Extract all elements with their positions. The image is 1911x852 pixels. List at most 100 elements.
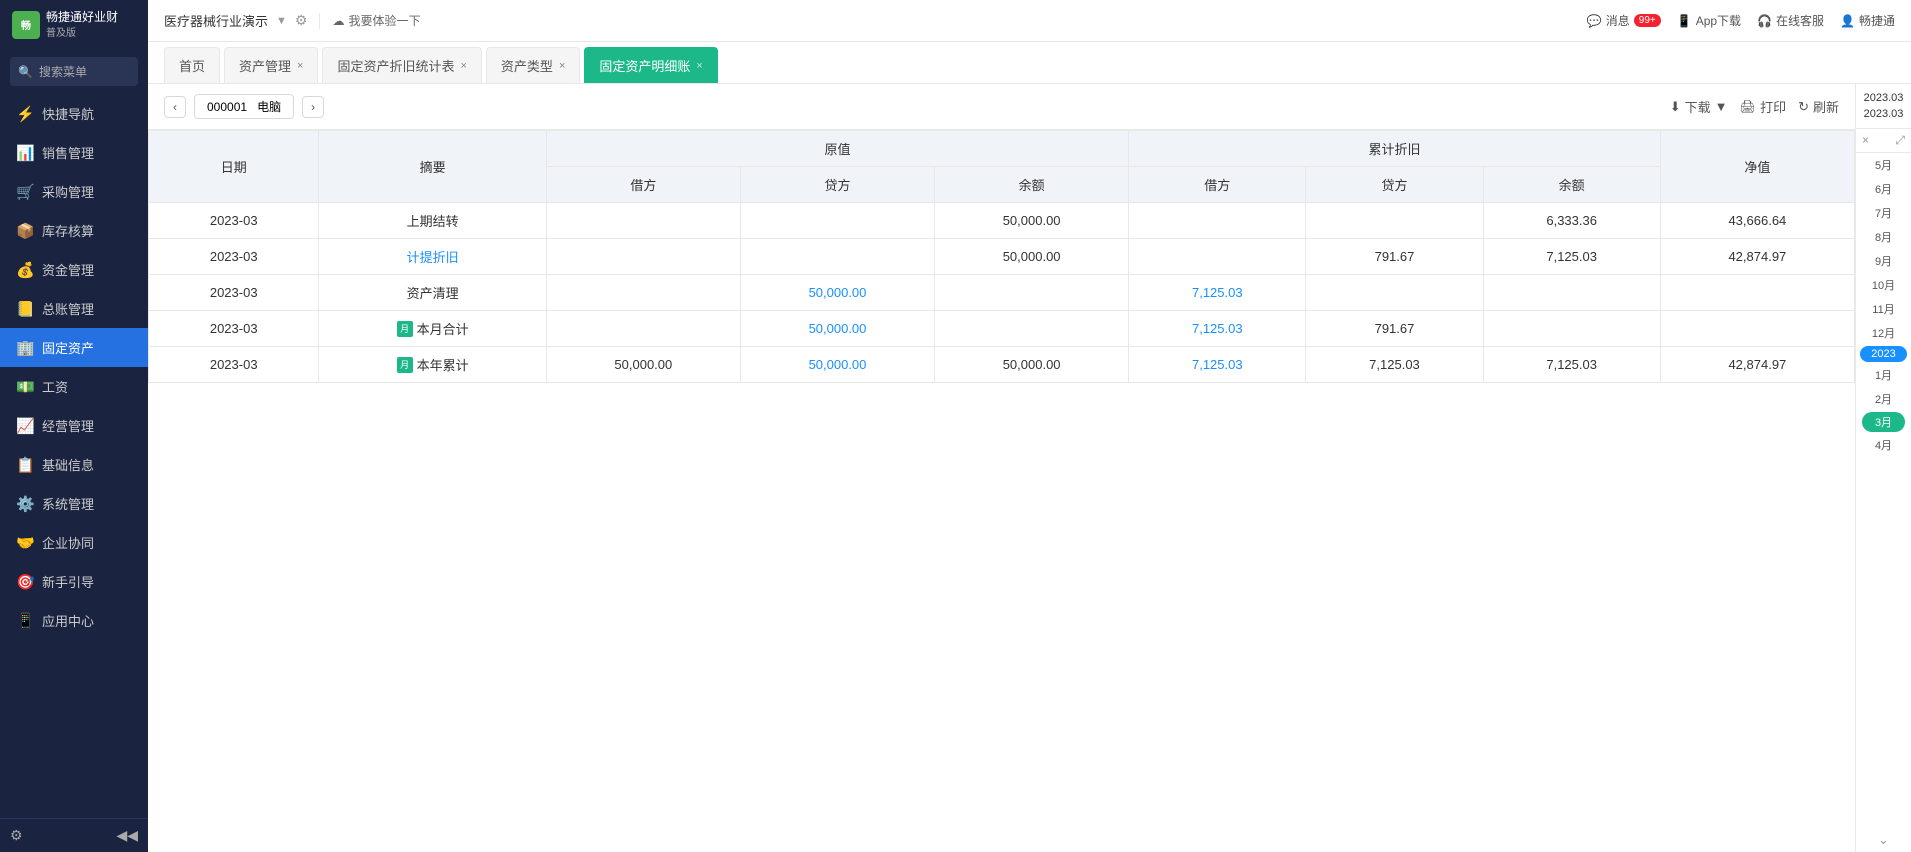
- sidebar-item-system[interactable]: ⚙️ 系统管理: [0, 484, 148, 523]
- col-sub-original-debit: 借方: [546, 167, 740, 203]
- cell-accum-debit: [1129, 203, 1306, 239]
- cell-original-balance: 50,000.00: [935, 347, 1129, 383]
- timeline-month[interactable]: 7月: [1856, 201, 1911, 225]
- tab-close-asset-mgmt[interactable]: ×: [297, 60, 303, 72]
- timeline-month[interactable]: 12月: [1856, 321, 1911, 345]
- sidebar-item-sales[interactable]: 📊 销售管理: [0, 133, 148, 172]
- cooperation-icon: 🤝: [16, 534, 34, 552]
- print-btn[interactable]: 🖨 打印: [1740, 97, 1787, 116]
- cell-date: 2023-03: [149, 311, 319, 347]
- timeline-month[interactable]: 8月: [1856, 225, 1911, 249]
- next-asset-btn[interactable]: ›: [302, 96, 324, 118]
- divider: [319, 13, 320, 29]
- search-menu[interactable]: 🔍 搜索菜单: [10, 57, 138, 86]
- tab-asset-detail[interactable]: 固定资产明细账 ×: [584, 47, 717, 83]
- timeline-month[interactable]: 4月: [1856, 433, 1911, 457]
- cell-original-balance: [935, 311, 1129, 347]
- tab-asset-mgmt[interactable]: 资产管理 ×: [224, 47, 318, 83]
- timeline-year-label[interactable]: 2023: [1860, 346, 1907, 362]
- main-area: 医疗器械行业演示 ▼ ⚙ ☁ 我要体验一下 💬 消息 99+ 📱 App下载 🎧…: [148, 0, 1911, 852]
- sidebar-item-salary[interactable]: 💵 工资: [0, 367, 148, 406]
- message-btn[interactable]: 💬 消息 99+: [1587, 12, 1661, 29]
- tab-asset-type[interactable]: 资产类型 ×: [486, 47, 580, 83]
- timeline-close-btn[interactable]: ×: [1862, 133, 1869, 148]
- settings-icon[interactable]: ⚙: [10, 827, 23, 844]
- timeline-month[interactable]: 5月: [1856, 153, 1911, 177]
- logo-icon: 畅: [12, 11, 40, 39]
- sidebar-item-operations[interactable]: 📈 经营管理: [0, 406, 148, 445]
- ledger-icon: 📒: [16, 300, 34, 318]
- timeline-controls: × ⤢: [1856, 129, 1911, 153]
- sidebar-item-purchase[interactable]: 🛒 采购管理: [0, 172, 148, 211]
- purchase-icon: 🛒: [16, 183, 34, 201]
- table-row: 2023-03 资产清理 50,000.00 7,125.03: [149, 275, 1855, 311]
- message-badge: 99+: [1634, 14, 1661, 27]
- sidebar-item-cooperation[interactable]: 🤝 企业协同: [0, 523, 148, 562]
- sidebar-item-fixed-assets[interactable]: 🏢 固定资产: [0, 328, 148, 367]
- cell-accum-balance: 6,333.36: [1483, 203, 1660, 239]
- cell-original-credit: 50,000.00: [740, 275, 934, 311]
- user-icon: 👤: [1840, 14, 1855, 28]
- col-header-accumulated-depreciation: 累计折旧: [1129, 131, 1661, 167]
- tab-home[interactable]: 首页: [164, 47, 220, 83]
- search-icon: 🔍: [18, 65, 33, 79]
- sidebar-item-inventory[interactable]: 📦 库存核算: [0, 211, 148, 250]
- refresh-btn[interactable]: ↻ 刷新: [1798, 97, 1839, 116]
- headset-icon: 🎧: [1757, 14, 1772, 28]
- timeline-month[interactable]: 9月: [1856, 249, 1911, 273]
- cell-date: 2023-03: [149, 347, 319, 383]
- tab-close-depreciation[interactable]: ×: [460, 60, 466, 72]
- download-btn[interactable]: ⬇ 下载 ▼: [1670, 97, 1728, 116]
- timeline-list: 5月6月7月8月9月10月11月12月20231月2月3月4月: [1856, 153, 1911, 828]
- settings-gear-icon[interactable]: ⚙: [295, 12, 308, 29]
- cell-summary: 上期结转: [319, 203, 546, 239]
- fixed-assets-icon: 🏢: [16, 339, 34, 357]
- cell-net-value: [1660, 275, 1854, 311]
- topbar-left: 医疗器械行业演示 ▼ ⚙ ☁ 我要体验一下: [164, 11, 420, 30]
- timeline-month[interactable]: 2月: [1856, 387, 1911, 411]
- customer-service-btn[interactable]: 🎧 在线客服: [1757, 12, 1824, 29]
- asset-actions: ⬇ 下载 ▼ 🖨 打印 ↻ 刷新: [1670, 97, 1839, 116]
- asset-bar: ‹ 000001 电脑 › ⬇ 下载 ▼ 🖨: [148, 84, 1855, 130]
- sidebar-item-ledger[interactable]: 📒 总账管理: [0, 289, 148, 328]
- cell-net-value: [1660, 311, 1854, 347]
- sidebar-item-app-center[interactable]: 📱 应用中心: [0, 601, 148, 640]
- prev-asset-btn[interactable]: ‹: [164, 96, 186, 118]
- user-btn[interactable]: 👤 畅捷通: [1840, 12, 1895, 29]
- cell-accum-balance: 7,125.03: [1483, 347, 1660, 383]
- refresh-icon: ↻: [1798, 99, 1809, 115]
- app-center-icon: 📱: [16, 612, 34, 630]
- asset-nav: ‹ 000001 电脑 ›: [164, 94, 324, 119]
- sales-icon: 📊: [16, 144, 34, 162]
- experience-btn[interactable]: ☁ 我要体验一下: [332, 12, 420, 29]
- app-download-btn[interactable]: 📱 App下载: [1677, 12, 1741, 29]
- collapse-sidebar-icon[interactable]: ◀◀: [116, 827, 138, 844]
- cell-accum-credit: 791.67: [1306, 311, 1483, 347]
- timeline-panel: 2023.03 2023.03 × ⤢ 5月6月7月8月9月10月11月12月2…: [1855, 84, 1911, 852]
- company-name: 医疗器械行业演示: [164, 11, 268, 30]
- sidebar-item-guide[interactable]: 🎯 新手引导: [0, 562, 148, 601]
- table-row: 2023-03 计提折旧 50,000.00 791.67 7,125.03 4…: [149, 239, 1855, 275]
- operations-icon: 📈: [16, 417, 34, 435]
- tab-depreciation-stats[interactable]: 固定资产折旧统计表 ×: [322, 47, 481, 83]
- timeline-expand-btn[interactable]: ⤢: [1895, 133, 1905, 148]
- col-header-original-value: 原值: [546, 131, 1128, 167]
- sidebar-item-fund[interactable]: 💰 资金管理: [0, 250, 148, 289]
- company-dropdown-icon[interactable]: ▼: [276, 15, 287, 27]
- timeline-month[interactable]: 11月: [1856, 297, 1911, 321]
- timeline-month[interactable]: 1月: [1856, 363, 1911, 387]
- tab-close-asset-type[interactable]: ×: [559, 60, 565, 72]
- topbar: 医疗器械行业演示 ▼ ⚙ ☁ 我要体验一下 💬 消息 99+ 📱 App下载 🎧…: [148, 0, 1911, 42]
- timeline-scroll-down[interactable]: ⌄: [1856, 828, 1911, 852]
- cell-summary[interactable]: 计提折旧: [319, 239, 546, 275]
- sidebar-item-basic-info[interactable]: 📋 基础信息: [0, 445, 148, 484]
- download-icon: ⬇: [1670, 99, 1681, 115]
- cell-original-debit: 50,000.00: [546, 347, 740, 383]
- sidebar-item-quick-nav[interactable]: ⚡ 快捷导航: [0, 94, 148, 133]
- timeline-active-month[interactable]: 3月: [1862, 412, 1905, 432]
- tab-close-asset-detail[interactable]: ×: [696, 60, 702, 72]
- cell-original-debit: [546, 311, 740, 347]
- timeline-month[interactable]: 6月: [1856, 177, 1911, 201]
- timeline-month[interactable]: 10月: [1856, 273, 1911, 297]
- cell-original-balance: [935, 275, 1129, 311]
